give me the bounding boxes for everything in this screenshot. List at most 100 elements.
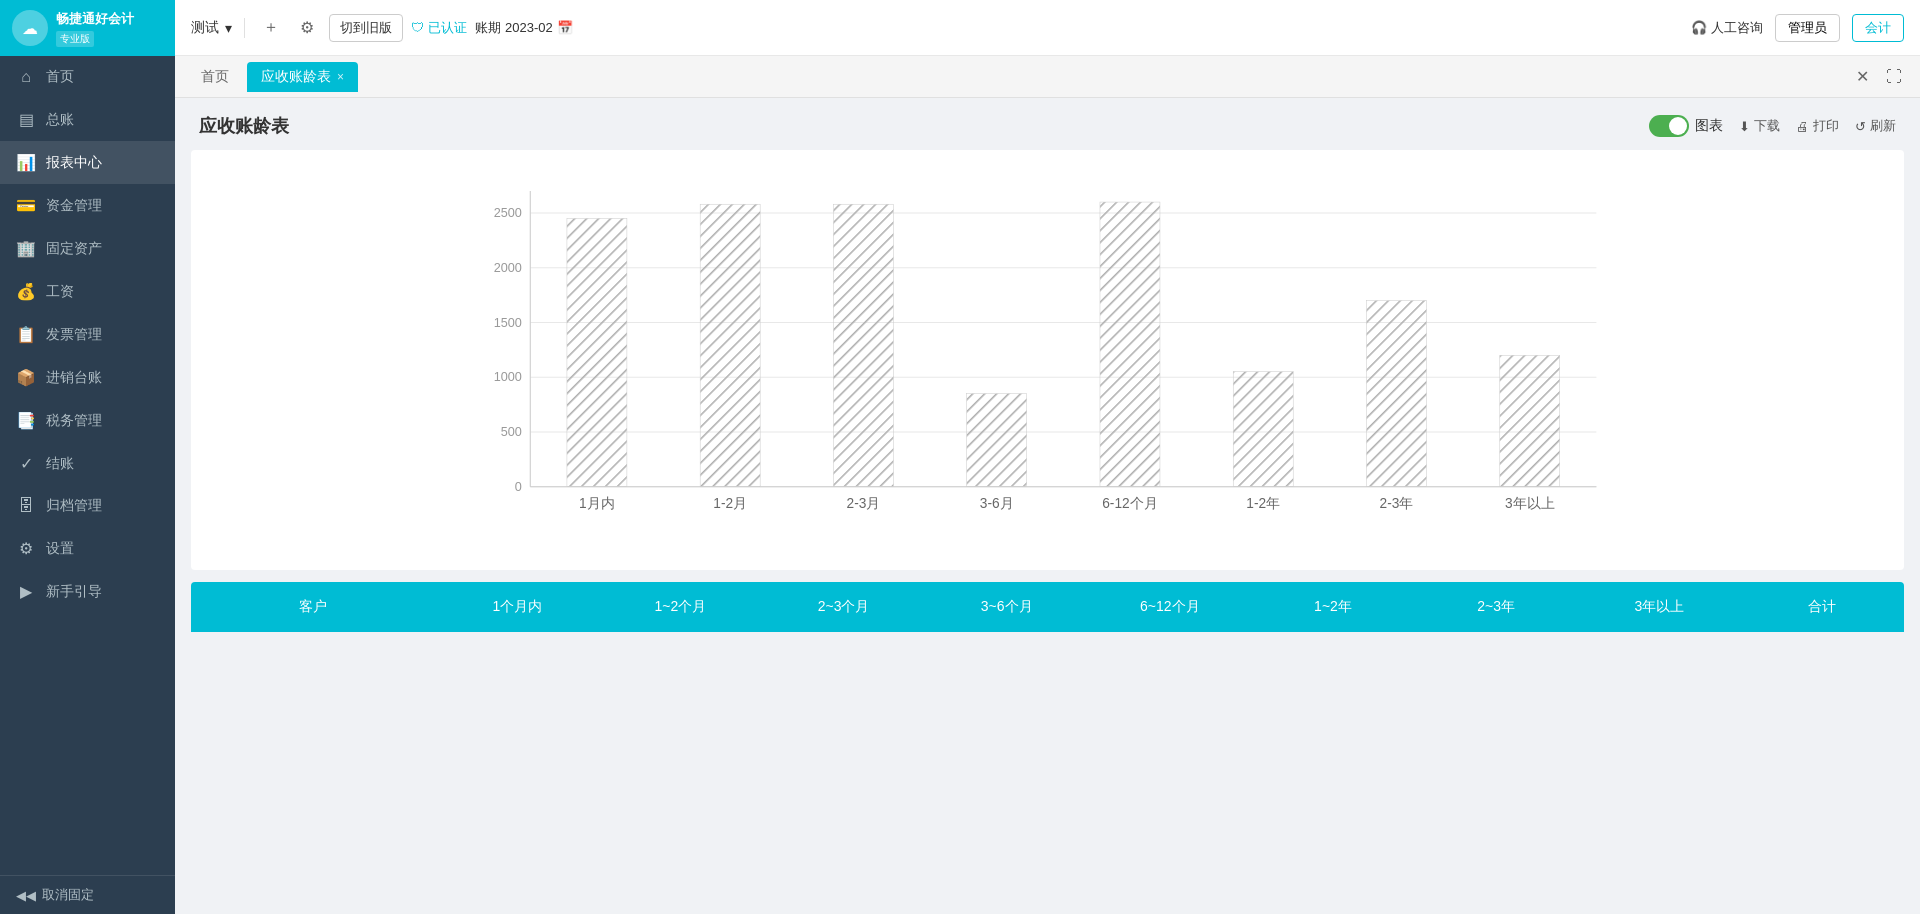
guide-icon: ▶ xyxy=(16,582,36,601)
table-header-cell: 3年以上 xyxy=(1578,582,1741,632)
consult-button[interactable]: 🎧 人工咨询 xyxy=(1691,19,1763,37)
sidebar-item-home[interactable]: ⌂ 首页 xyxy=(0,56,175,98)
page-title: 应收账龄表 xyxy=(199,114,289,138)
svg-rect-28 xyxy=(1100,202,1160,487)
chart-toggle-label: 图表 xyxy=(1695,117,1723,135)
svg-rect-30 xyxy=(1233,372,1293,487)
download-button[interactable]: ⬇ 下载 xyxy=(1739,117,1780,135)
sidebar-item-label: 固定资产 xyxy=(46,240,102,258)
svg-rect-22 xyxy=(700,204,760,486)
svg-text:2-3月: 2-3月 xyxy=(847,496,881,511)
calendar-icon[interactable]: 📅 xyxy=(557,20,573,35)
refresh-button[interactable]: ↺ 刷新 xyxy=(1855,117,1896,135)
sidebar-item-label: 结账 xyxy=(46,455,74,473)
assets-icon: 🏢 xyxy=(16,239,36,258)
table-header-cell: 1个月内 xyxy=(436,582,599,632)
svg-text:3年以上: 3年以上 xyxy=(1505,496,1555,511)
content-scroll: 应收账龄表 图表 ⬇ 下载 🖨 打印 ↺ xyxy=(175,98,1920,914)
tab-label: 首页 xyxy=(201,68,229,86)
switch-version-button[interactable]: 切到旧版 xyxy=(329,14,403,42)
reports-icon: 📊 xyxy=(16,153,36,172)
topbar-right: 🎧 人工咨询 管理员 会计 xyxy=(1691,14,1904,42)
svg-text:500: 500 xyxy=(501,425,522,439)
print-button[interactable]: 🖨 打印 xyxy=(1796,117,1839,135)
table-header-cell: 1~2个月 xyxy=(599,582,762,632)
home-icon: ⌂ xyxy=(16,68,36,86)
svg-rect-24 xyxy=(833,204,893,486)
svg-rect-20 xyxy=(567,218,627,486)
tax-icon: 📑 xyxy=(16,411,36,430)
page-actions: 图表 ⬇ 下载 🖨 打印 ↺ 刷新 xyxy=(1649,115,1896,137)
verified-badge: 🛡 已认证 xyxy=(411,19,467,37)
main-area: 测试 ▾ ＋ ⚙ 切到旧版 🛡 已认证 账期 2023-02 📅 🎧 人工咨询 … xyxy=(175,0,1920,914)
chart-toggle[interactable] xyxy=(1649,115,1689,137)
logo-text: 畅捷通好会计 专业版 xyxy=(56,10,134,47)
salary-icon: 💰 xyxy=(16,282,36,301)
sidebar-item-tax[interactable]: 📑 税务管理 xyxy=(0,399,175,442)
sidebar-item-assets[interactable]: 🏢 固定资产 xyxy=(0,227,175,270)
sidebar-item-purchase[interactable]: 📦 进销台账 xyxy=(0,356,175,399)
sidebar-item-ledger[interactable]: ▤ 总账 xyxy=(0,98,175,141)
logo-icon: ☁ xyxy=(12,10,48,46)
archive-icon: 🗄 xyxy=(16,497,36,515)
chart-svg: 050010001500200025001月内1-2月2-3月3-6月6-12个… xyxy=(211,170,1884,550)
tab-home[interactable]: 首页 xyxy=(187,62,243,92)
svg-text:2-3年: 2-3年 xyxy=(1380,496,1414,511)
svg-text:0: 0 xyxy=(515,480,522,494)
tab-close-icon[interactable]: × xyxy=(337,70,344,84)
chart-toggle-group: 图表 xyxy=(1649,115,1723,137)
sidebar-item-archive[interactable]: 🗄 归档管理 xyxy=(0,485,175,527)
user-button[interactable]: 管理员 xyxy=(1775,14,1840,42)
capital-icon: 💳 xyxy=(16,196,36,215)
invoice-icon: 📋 xyxy=(16,325,36,344)
role-button[interactable]: 会计 xyxy=(1852,14,1904,42)
svg-text:2000: 2000 xyxy=(494,261,522,275)
table-header-cell: 客户 xyxy=(191,582,436,632)
sidebar-item-label: 进销台账 xyxy=(46,369,102,387)
project-selector[interactable]: 测试 ▾ xyxy=(191,19,232,37)
sidebar: ☁ 畅捷通好会计 专业版 ⌂ 首页 ▤ 总账 📊 报表中心 💳 资金管理 🏢 固… xyxy=(0,0,175,914)
close-tab-button[interactable]: ✕ xyxy=(1848,63,1876,91)
svg-rect-34 xyxy=(1500,355,1560,486)
topbar: 测试 ▾ ＋ ⚙ 切到旧版 🛡 已认证 账期 2023-02 📅 🎧 人工咨询 … xyxy=(175,0,1920,56)
sidebar-item-label: 发票管理 xyxy=(46,326,102,344)
purchase-icon: 📦 xyxy=(16,368,36,387)
period-display: 账期 2023-02 📅 xyxy=(475,19,573,37)
sidebar-item-label: 税务管理 xyxy=(46,412,102,430)
svg-text:1月内: 1月内 xyxy=(579,496,615,511)
sidebar-item-label: 报表中心 xyxy=(46,154,102,172)
project-name: 测试 xyxy=(191,19,219,37)
content-area: 应收账龄表 图表 ⬇ 下载 🖨 打印 ↺ xyxy=(175,98,1920,914)
add-button[interactable]: ＋ xyxy=(257,14,285,42)
sidebar-logo: ☁ 畅捷通好会计 专业版 xyxy=(0,0,175,56)
sidebar-item-label: 设置 xyxy=(46,540,74,558)
sidebar-item-label: 总账 xyxy=(46,111,74,129)
tab-aging[interactable]: 应收账龄表 × xyxy=(247,62,358,92)
table-header-cell: 6~12个月 xyxy=(1088,582,1251,632)
tab-actions: ✕ ⛶ xyxy=(1848,63,1908,91)
expand-button[interactable]: ⛶ xyxy=(1880,63,1908,91)
sidebar-item-capital[interactable]: 💳 资金管理 xyxy=(0,184,175,227)
sidebar-pin-toggle[interactable]: ◀◀ 取消固定 xyxy=(0,875,175,914)
sidebar-item-closing[interactable]: ✓ 结账 xyxy=(0,442,175,485)
sidebar-item-settings[interactable]: ⚙ 设置 xyxy=(0,527,175,570)
sidebar-item-invoice[interactable]: 📋 发票管理 xyxy=(0,313,175,356)
table-header-cell: 1~2年 xyxy=(1251,582,1414,632)
tab-label: 应收账龄表 xyxy=(261,68,331,86)
sidebar-item-guide[interactable]: ▶ 新手引导 xyxy=(0,570,175,613)
svg-rect-26 xyxy=(967,394,1027,487)
settings-icon: ⚙ xyxy=(16,539,36,558)
settings-button[interactable]: ⚙ xyxy=(293,14,321,42)
table-header-cell: 3~6个月 xyxy=(925,582,1088,632)
table-section: 客户1个月内1~2个月2~3个月3~6个月6~12个月1~2年2~3年3年以上合… xyxy=(191,582,1904,632)
refresh-icon: ↺ xyxy=(1855,119,1866,134)
print-icon: 🖨 xyxy=(1796,119,1809,134)
chart-section: 050010001500200025001月内1-2月2-3月3-6月6-12个… xyxy=(191,150,1904,570)
ledger-icon: ▤ xyxy=(16,110,36,129)
table-header: 客户1个月内1~2个月2~3个月3~6个月6~12个月1~2年2~3年3年以上合… xyxy=(191,582,1904,632)
sidebar-item-label: 资金管理 xyxy=(46,197,102,215)
sidebar-item-label: 首页 xyxy=(46,68,74,86)
sidebar-item-reports[interactable]: 📊 报表中心 xyxy=(0,141,175,184)
sidebar-item-salary[interactable]: 💰 工资 xyxy=(0,270,175,313)
divider xyxy=(244,18,245,38)
